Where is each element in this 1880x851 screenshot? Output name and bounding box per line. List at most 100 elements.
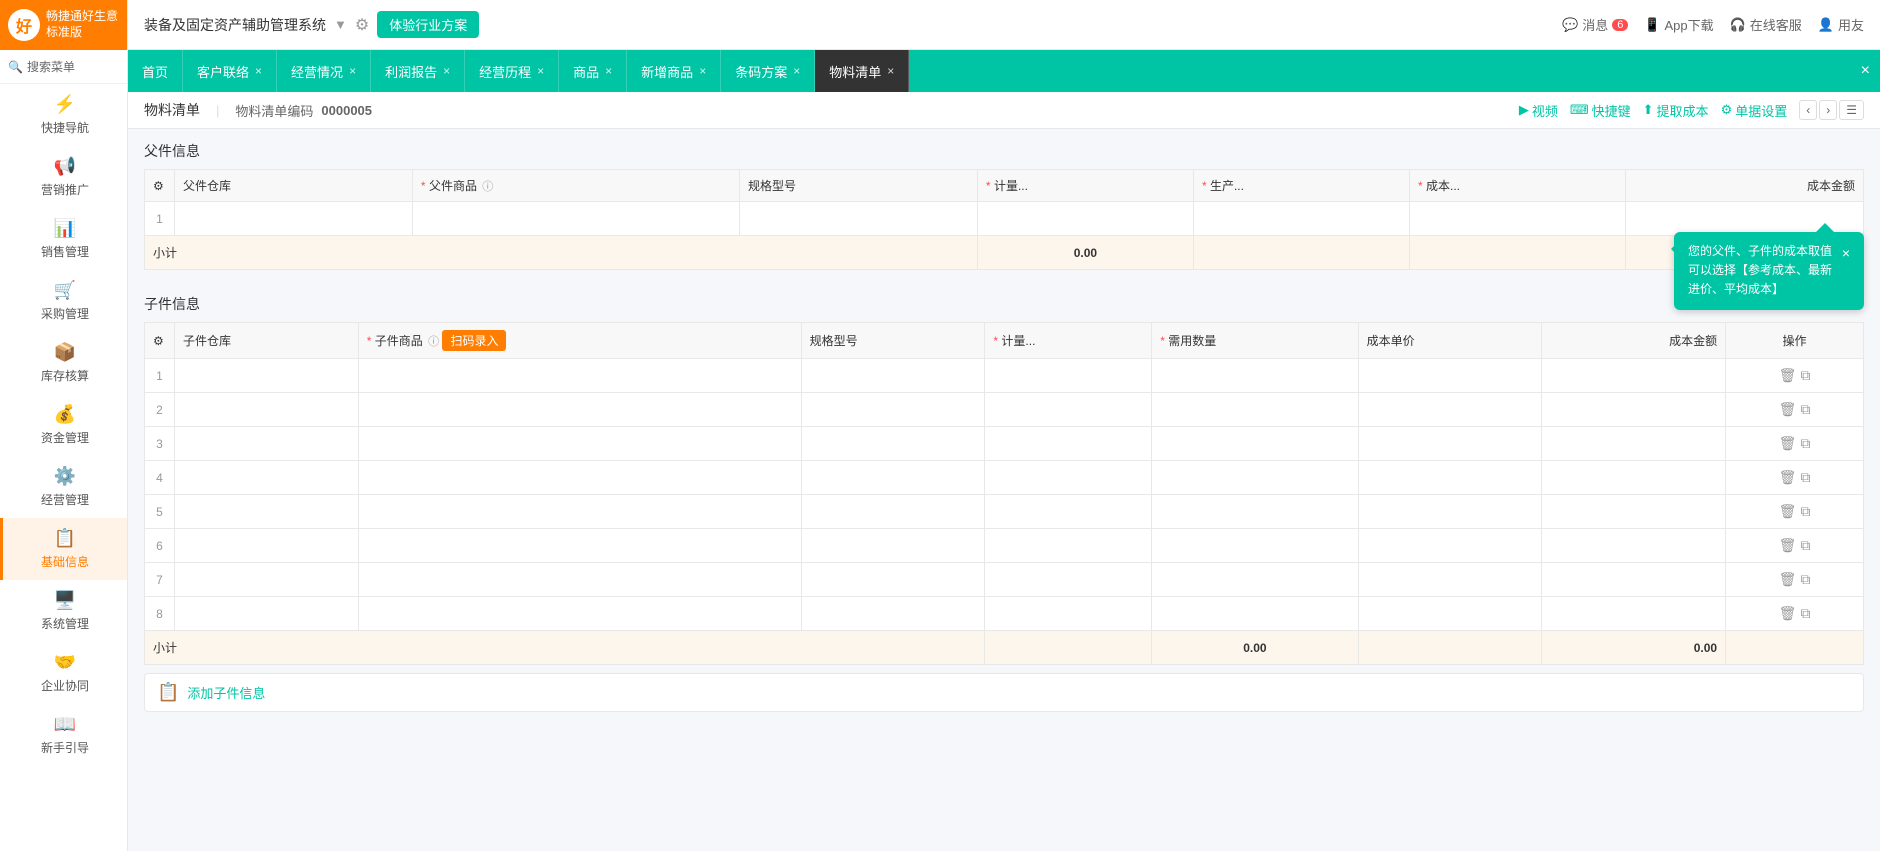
nav-tab-products[interactable]: 商品 × (559, 50, 627, 92)
child-unit-1[interactable] (985, 359, 1152, 393)
nav-tab-customer[interactable]: 客户联络 × (183, 50, 277, 92)
sidebar-item-inventory[interactable]: 📦 库存核算 (0, 332, 127, 394)
copy-icon-6[interactable]: ⧉ (1800, 537, 1810, 554)
copy-icon-2[interactable]: ⧉ (1800, 401, 1810, 418)
child-spec-7[interactable] (801, 563, 985, 597)
child-cost-amount-2[interactable] (1542, 393, 1726, 427)
online-service-btn[interactable]: 🎧 在线客服 (1730, 15, 1802, 34)
sidebar-item-sales[interactable]: 📊 销售管理 (0, 208, 127, 270)
child-unit-cost-4[interactable] (1358, 461, 1542, 495)
child-unit-7[interactable] (985, 563, 1152, 597)
child-unit-cost-8[interactable] (1358, 597, 1542, 631)
child-spec-2[interactable] (801, 393, 985, 427)
sidebar-item-collab[interactable]: 🤝 企业协同 (0, 642, 127, 704)
copy-icon-4[interactable]: ⧉ (1800, 469, 1810, 486)
delete-icon-6[interactable]: 🗑 (1779, 537, 1797, 554)
child-product-8[interactable] (358, 597, 801, 631)
delete-icon-3[interactable]: 🗑 (1779, 435, 1797, 452)
copy-icon-3[interactable]: ⧉ (1800, 435, 1810, 452)
child-unit-cost-5[interactable] (1358, 495, 1542, 529)
child-warehouse-4[interactable] (175, 461, 359, 495)
nav-tab-barcode[interactable]: 条码方案 × (721, 50, 815, 92)
child-product-7[interactable] (358, 563, 801, 597)
child-product-1[interactable] (358, 359, 801, 393)
sidebar-item-marketing[interactable]: 📢 营销推广 (0, 146, 127, 208)
child-qty-2[interactable] (1152, 393, 1358, 427)
child-product-6[interactable] (358, 529, 801, 563)
delete-icon-7[interactable]: 🗑 (1779, 571, 1797, 588)
close-tab-barcode[interactable]: × (793, 64, 800, 78)
sidebar-item-quick-nav[interactable]: ⚡ 快捷导航 (0, 84, 127, 146)
child-unit-cost-2[interactable] (1358, 393, 1542, 427)
close-tab-new-product[interactable]: × (699, 64, 706, 78)
breadcrumb-tab1[interactable]: 物料清单 (144, 100, 200, 120)
shortcut-btn[interactable]: ⌨ 快捷键 (1570, 101, 1631, 120)
nav-tab-operations[interactable]: 经营情况 × (277, 50, 371, 92)
next-page-btn[interactable]: › (1819, 100, 1837, 120)
child-warehouse-7[interactable] (175, 563, 359, 597)
nav-tab-bom[interactable]: 物料清单 × (815, 50, 909, 92)
child-cost-amount-1[interactable] (1542, 359, 1726, 393)
copy-icon-7[interactable]: ⧉ (1800, 571, 1810, 588)
delete-icon-1[interactable]: 🗑 (1779, 367, 1797, 384)
parent-unit-1[interactable] (977, 202, 1193, 236)
settings-icon[interactable]: ⚙ (355, 15, 369, 35)
child-unit-8[interactable] (985, 597, 1152, 631)
child-qty-4[interactable] (1152, 461, 1358, 495)
child-cost-amount-5[interactable] (1542, 495, 1726, 529)
child-warehouse-3[interactable] (175, 427, 359, 461)
child-cost-amount-4[interactable] (1542, 461, 1726, 495)
experience-btn[interactable]: 体验行业方案 (377, 11, 479, 38)
child-cost-amount-7[interactable] (1542, 563, 1726, 597)
video-btn[interactable]: ▶ 视频 (1519, 101, 1558, 120)
close-tab-profit[interactable]: × (443, 64, 450, 78)
nav-tab-home[interactable]: 首页 (128, 50, 183, 92)
child-cost-amount-8[interactable] (1542, 597, 1726, 631)
child-warehouse-2[interactable] (175, 393, 359, 427)
child-product-4[interactable] (358, 461, 801, 495)
child-qty-8[interactable] (1152, 597, 1358, 631)
parent-cost-1[interactable] (1409, 202, 1625, 236)
delete-icon-4[interactable]: 🗑 (1779, 469, 1797, 486)
close-tab-journey[interactable]: × (537, 64, 544, 78)
child-th-settings[interactable]: ⚙ (145, 323, 175, 359)
child-spec-5[interactable] (801, 495, 985, 529)
child-warehouse-8[interactable] (175, 597, 359, 631)
child-unit-6[interactable] (985, 529, 1152, 563)
delete-icon-8[interactable]: 🗑 (1779, 605, 1797, 622)
sidebar-item-guide[interactable]: 📖 新手引导 (0, 704, 127, 766)
close-tab-operations[interactable]: × (349, 64, 356, 78)
parent-production-1[interactable] (1193, 202, 1409, 236)
extract-cost-btn[interactable]: ⬆ 提取成本 (1643, 101, 1709, 120)
child-cost-amount-6[interactable] (1542, 529, 1726, 563)
parent-th-settings[interactable]: ⚙ (145, 170, 175, 202)
list-view-btn[interactable]: ☰ (1839, 100, 1864, 120)
child-unit-4[interactable] (985, 461, 1152, 495)
child-spec-6[interactable] (801, 529, 985, 563)
child-spec-4[interactable] (801, 461, 985, 495)
tooltip-close-btn[interactable]: × (1842, 242, 1850, 264)
close-tab-bom[interactable]: × (887, 64, 894, 78)
close-all-tabs[interactable]: × (1851, 62, 1880, 80)
child-unit-3[interactable] (985, 427, 1152, 461)
single-settings-btn[interactable]: ⚙ 单据设置 (1721, 101, 1788, 120)
message-btn[interactable]: 💬 消息 6 (1562, 15, 1628, 34)
sidebar-item-finance[interactable]: 💰 资金管理 (0, 394, 127, 456)
close-tab-customer[interactable]: × (255, 64, 262, 78)
scan-btn[interactable]: 扫码录入 (442, 330, 506, 351)
parent-spec-1[interactable] (740, 202, 978, 236)
child-unit-5[interactable] (985, 495, 1152, 529)
nav-tab-profit[interactable]: 利润报告 × (371, 50, 465, 92)
child-unit-cost-7[interactable] (1358, 563, 1542, 597)
child-qty-3[interactable] (1152, 427, 1358, 461)
child-warehouse-1[interactable] (175, 359, 359, 393)
nav-tab-journey[interactable]: 经营历程 × (465, 50, 559, 92)
child-warehouse-6[interactable] (175, 529, 359, 563)
child-unit-2[interactable] (985, 393, 1152, 427)
prev-page-btn[interactable]: ‹ (1799, 100, 1817, 120)
child-warehouse-5[interactable] (175, 495, 359, 529)
close-tab-products[interactable]: × (605, 64, 612, 78)
child-product-2[interactable] (358, 393, 801, 427)
child-product-3[interactable] (358, 427, 801, 461)
copy-icon-1[interactable]: ⧉ (1800, 367, 1810, 384)
